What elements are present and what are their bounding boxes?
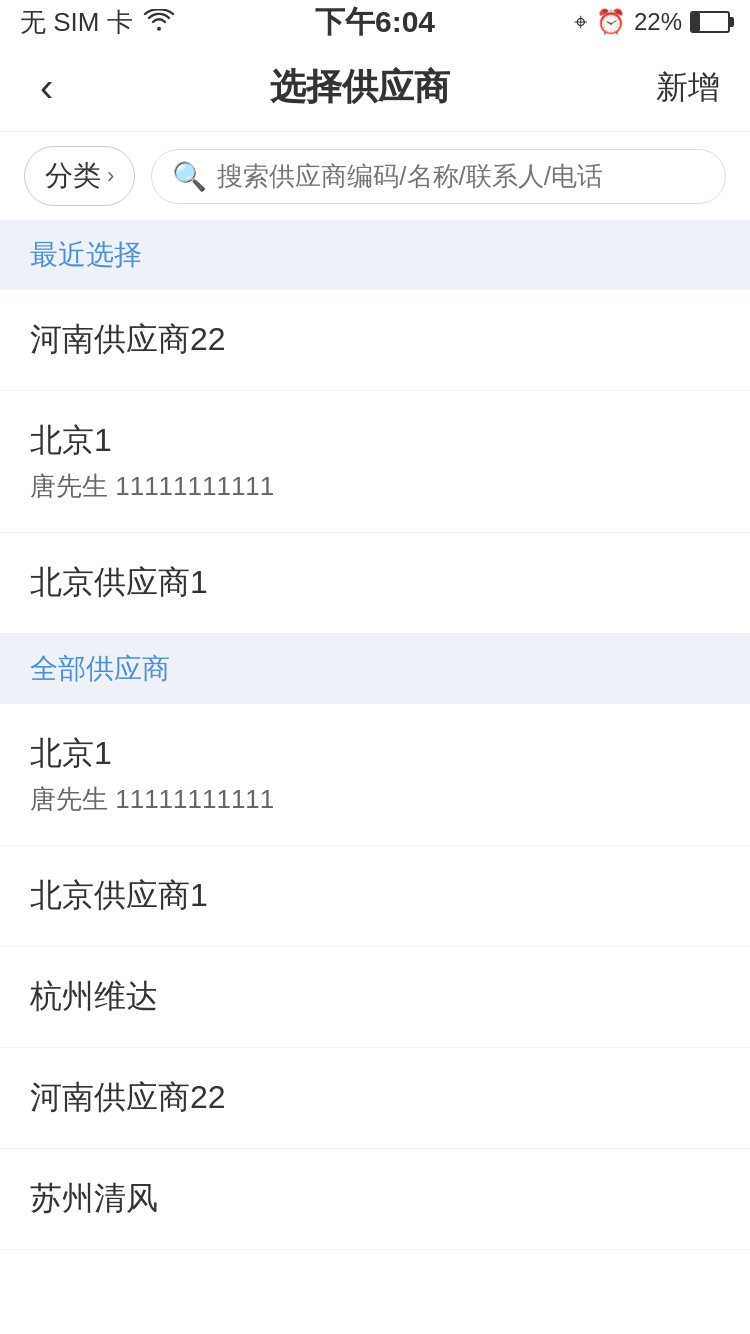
search-box: 🔍 (151, 149, 726, 204)
battery-label: 22% (634, 8, 682, 36)
item-name: 北京1 (30, 419, 720, 463)
nav-bar: ‹ 选择供应商 新增 (0, 44, 750, 132)
chevron-right-icon: › (107, 163, 114, 189)
item-name: 苏州清风 (30, 1177, 720, 1221)
gps-icon: ⌖ (574, 8, 588, 36)
all-section-header: 全部供应商 (0, 634, 750, 704)
category-filter-button[interactable]: 分类 › (24, 146, 135, 206)
status-bar: 无 SIM 卡 下午6:04 ⌖ ⏰ 22% (0, 0, 750, 44)
recent-list: 河南供应商22 北京1 唐先生 11111111111 北京供应商1 (0, 290, 750, 634)
item-sub: 唐先生 11111111111 (30, 782, 720, 817)
list-item[interactable]: 北京1 唐先生 11111111111 (0, 391, 750, 533)
search-input[interactable] (217, 161, 705, 192)
list-item[interactable]: 河南供应商22 (0, 1048, 750, 1149)
all-list: 北京1 唐先生 11111111111 北京供应商1 杭州维达河南供应商22 苏州清风 (0, 704, 750, 1250)
item-name: 河南供应商22 (30, 318, 720, 362)
list-item[interactable]: 北京1 唐先生 11111111111 (0, 704, 750, 846)
category-label: 分类 (45, 157, 101, 195)
item-sub: 唐先生 11111111111 (30, 469, 720, 504)
page-title: 选择供应商 (270, 63, 450, 112)
battery-icon (690, 11, 730, 33)
item-name: 杭州维达 (30, 975, 720, 1019)
item-name: 河南供应商22 (30, 1076, 720, 1120)
item-name: 北京供应商1 (30, 561, 720, 605)
status-time: 下午6:04 (315, 2, 435, 43)
filter-bar: 分类 › 🔍 (0, 132, 750, 220)
carrier-label: 无 SIM 卡 (20, 5, 133, 40)
search-icon: 🔍 (172, 160, 207, 193)
recent-section-header: 最近选择 (0, 220, 750, 290)
alarm-icon: ⏰ (596, 8, 626, 36)
status-left: 无 SIM 卡 (20, 5, 175, 40)
status-right: ⌖ ⏰ 22% (574, 8, 730, 36)
list-item[interactable]: 苏州清风 (0, 1149, 750, 1250)
back-button[interactable]: ‹ (30, 55, 63, 120)
list-item[interactable]: 北京供应商1 (0, 846, 750, 947)
item-name: 北京供应商1 (30, 874, 720, 918)
list-item[interactable]: 杭州维达 (0, 947, 750, 1048)
list-item[interactable]: 河南供应商22 (0, 290, 750, 391)
wifi-icon (143, 7, 175, 38)
list-item[interactable]: 北京供应商1 (0, 533, 750, 634)
item-name: 北京1 (30, 732, 720, 776)
add-button[interactable]: 新增 (656, 66, 720, 110)
